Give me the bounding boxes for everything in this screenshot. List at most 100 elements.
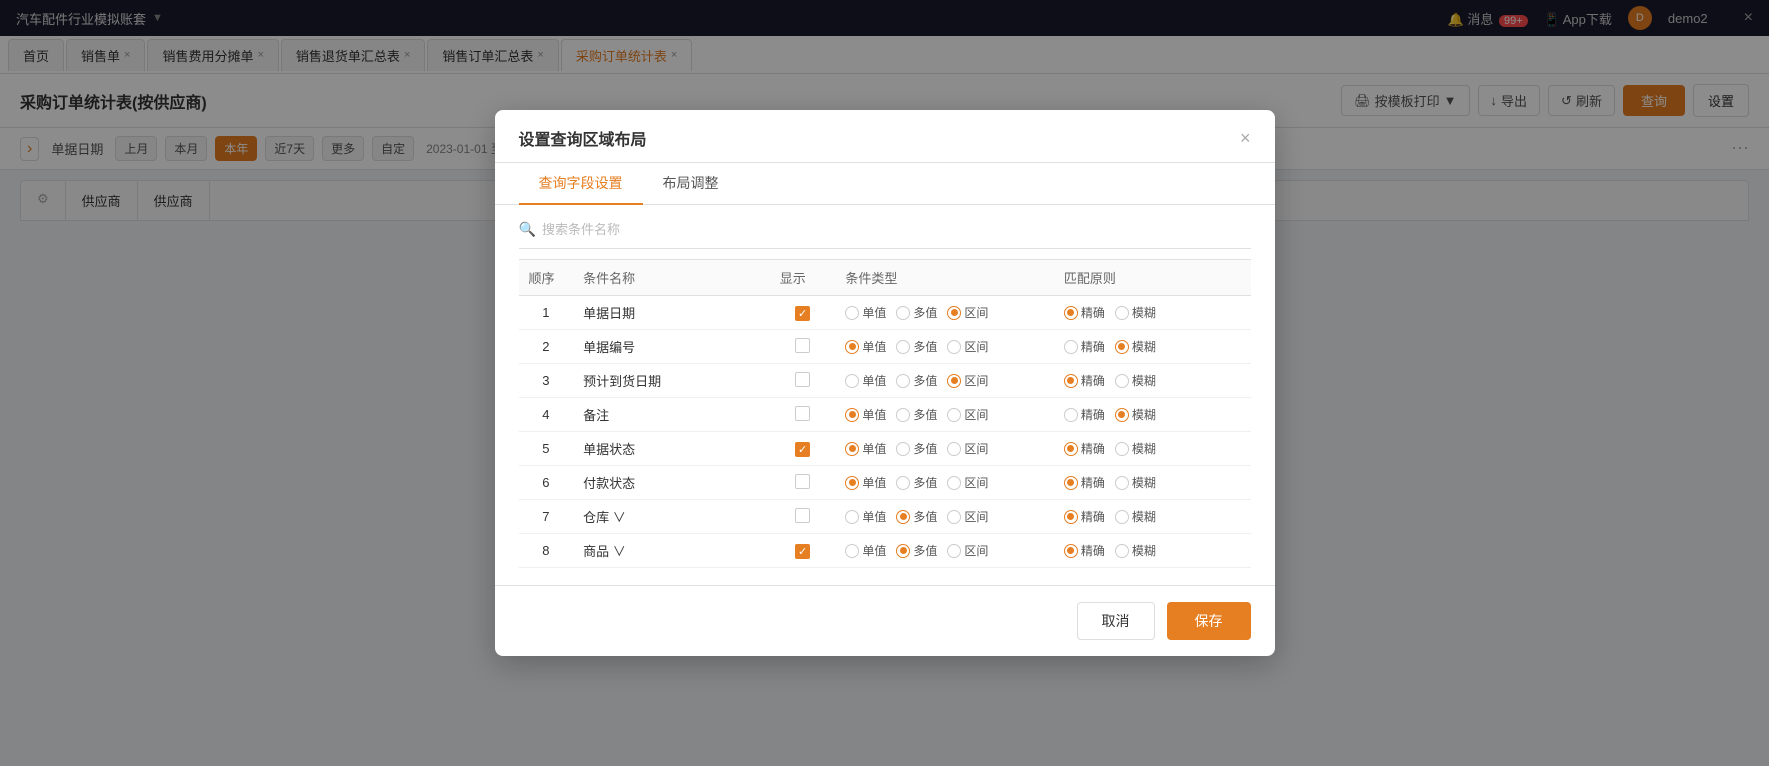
radio-type-多值[interactable]: 多值: [896, 372, 937, 389]
radio-type-单值[interactable]: 单值: [845, 542, 886, 559]
row-display-checkbox[interactable]: [770, 296, 836, 330]
save-button[interactable]: 保存: [1167, 602, 1251, 640]
radio-type-单值[interactable]: 单值: [845, 474, 886, 491]
modal-footer: 取消 保存: [495, 585, 1275, 656]
radio-match-精确[interactable]: 精确: [1064, 542, 1105, 559]
checkbox[interactable]: [795, 406, 810, 421]
radio-label: 模糊: [1132, 406, 1156, 423]
radio-type-多值[interactable]: 多值: [896, 440, 937, 457]
radio-match-模糊[interactable]: 模糊: [1115, 474, 1156, 491]
checkbox[interactable]: [795, 508, 810, 523]
row-display-checkbox[interactable]: [770, 432, 836, 466]
tab-layout-adjust[interactable]: 布局调整: [643, 163, 739, 205]
row-match: 精确模糊: [1054, 432, 1251, 466]
radio-label: 多值: [913, 406, 937, 423]
radio-type-区间[interactable]: 区间: [947, 338, 988, 355]
row-order: 5: [519, 432, 574, 466]
radio-dot: [1115, 408, 1129, 422]
radio-dot: [1064, 340, 1078, 354]
radio-match-模糊[interactable]: 模糊: [1115, 406, 1156, 423]
radio-type-区间[interactable]: 区间: [947, 508, 988, 525]
radio-match-模糊[interactable]: 模糊: [1115, 542, 1156, 559]
cancel-button[interactable]: 取消: [1077, 602, 1155, 640]
radio-type-多值[interactable]: 多值: [896, 508, 937, 525]
row-match: 精确 模糊: [1054, 330, 1251, 364]
radio-label: 区间: [964, 474, 988, 491]
radio-type-单值[interactable]: 单值: [845, 440, 886, 457]
radio-type-区间[interactable]: 区间: [947, 304, 988, 321]
radio-type-区间[interactable]: 区间: [947, 542, 988, 559]
row-display-checkbox[interactable]: [770, 568, 836, 570]
row-name: 付款状态: [573, 466, 770, 500]
checkbox[interactable]: [795, 442, 810, 457]
row-order: 8: [519, 534, 574, 568]
radio-type-多值[interactable]: 多值: [896, 406, 937, 423]
radio-match-精确[interactable]: 精确: [1064, 338, 1105, 355]
row-display-checkbox[interactable]: [770, 534, 836, 568]
row-order: 2: [519, 330, 574, 364]
radio-type-单值[interactable]: 单值: [845, 304, 886, 321]
radio-type-区间[interactable]: 区间: [947, 474, 988, 491]
radio-label: 区间: [964, 338, 988, 355]
checkbox[interactable]: [795, 544, 810, 559]
radio-label: 多值: [913, 542, 937, 559]
config-table-scroll[interactable]: 顺序 条件名称 显示 条件类型 匹配原则 1单据日期单值多值区间精确模糊2单据编…: [519, 259, 1251, 569]
radio-type-单值[interactable]: 单值: [845, 406, 886, 423]
checkbox[interactable]: [795, 474, 810, 489]
modal-tabs: 查询字段设置 布局调整: [495, 163, 1275, 205]
radio-type-多值[interactable]: 多值: [896, 304, 937, 321]
table-row: 7仓库 ∨单值多值区间精确模糊: [519, 500, 1251, 534]
radio-label: 区间: [964, 440, 988, 457]
radio-match-模糊[interactable]: 模糊: [1115, 440, 1156, 457]
radio-match-模糊[interactable]: 模糊: [1115, 338, 1156, 355]
radio-dot: [1064, 374, 1078, 388]
radio-label: 精确: [1081, 406, 1105, 423]
radio-match-模糊[interactable]: 模糊: [1115, 508, 1156, 525]
radio-match-精确[interactable]: 精确: [1064, 304, 1105, 321]
checkbox[interactable]: [795, 372, 810, 387]
radio-type-单值[interactable]: 单值: [845, 508, 886, 525]
radio-dot: [896, 340, 910, 354]
search-input[interactable]: [542, 222, 1251, 237]
radio-match-精确[interactable]: 精确: [1064, 474, 1105, 491]
row-match: 精确模糊: [1054, 466, 1251, 500]
row-order: 4: [519, 398, 574, 432]
radio-dot: [1115, 340, 1129, 354]
radio-label: 精确: [1081, 508, 1105, 525]
row-name: 预计到货日期: [573, 364, 770, 398]
radio-match-模糊[interactable]: 模糊: [1115, 372, 1156, 389]
tab-query-fields[interactable]: 查询字段设置: [519, 163, 643, 205]
checkbox[interactable]: [795, 338, 810, 353]
radio-type-多值[interactable]: 多值: [896, 542, 937, 559]
radio-match-精确[interactable]: 精确: [1064, 406, 1105, 423]
row-match: 精确模糊: [1054, 296, 1251, 330]
radio-type-区间[interactable]: 区间: [947, 372, 988, 389]
radio-label: 精确: [1081, 474, 1105, 491]
radio-label: 模糊: [1132, 338, 1156, 355]
radio-match-精确[interactable]: 精确: [1064, 508, 1105, 525]
radio-type-多值[interactable]: 多值: [896, 474, 937, 491]
radio-type-单值[interactable]: 单值: [845, 372, 886, 389]
radio-match-精确[interactable]: 精确: [1064, 372, 1105, 389]
radio-dot: [845, 544, 859, 558]
radio-type-区间[interactable]: 区间: [947, 406, 988, 423]
radio-type-多值[interactable]: 多值: [896, 338, 937, 355]
row-match: 精确 模糊: [1054, 398, 1251, 432]
radio-match-精确[interactable]: 精确: [1064, 440, 1105, 457]
radio-type-区间[interactable]: 区间: [947, 440, 988, 457]
row-display-checkbox[interactable]: [770, 398, 836, 432]
checkbox[interactable]: [795, 306, 810, 321]
row-display-checkbox[interactable]: [770, 364, 836, 398]
modal-close-button[interactable]: ×: [1240, 128, 1251, 149]
radio-dot: [845, 442, 859, 456]
table-row: 2单据编号单值多值区间精确模糊: [519, 330, 1251, 364]
row-display-checkbox[interactable]: [770, 466, 836, 500]
radio-type-单值[interactable]: 单值: [845, 338, 886, 355]
radio-dot: [896, 442, 910, 456]
radio-label: 精确: [1081, 372, 1105, 389]
row-display-checkbox[interactable]: [770, 330, 836, 364]
row-display-checkbox[interactable]: [770, 500, 836, 534]
radio-label: 区间: [964, 508, 988, 525]
radio-label: 精确: [1081, 304, 1105, 321]
radio-match-模糊[interactable]: 模糊: [1115, 304, 1156, 321]
